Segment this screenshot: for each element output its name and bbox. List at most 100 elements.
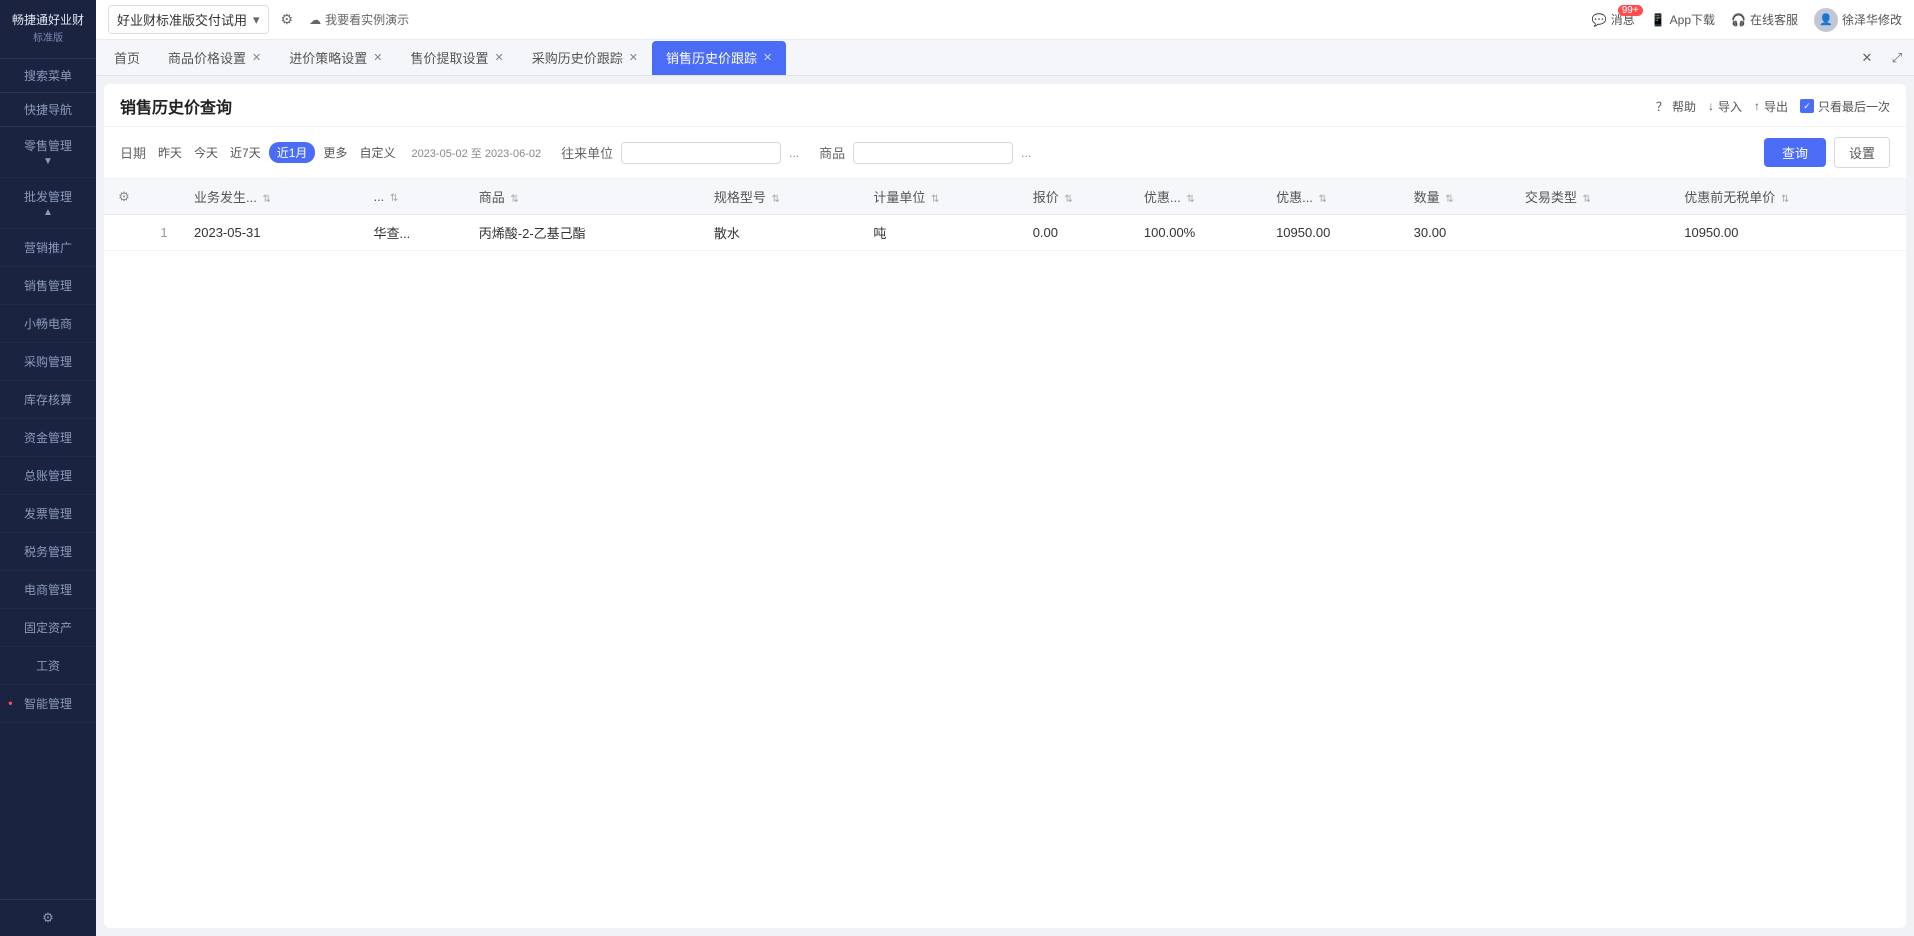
tab-sale-extract[interactable]: 售价提取设置 ✕ <box>396 41 517 75</box>
gear-icon: ⚙ <box>42 910 54 925</box>
col-seq <box>144 179 184 215</box>
tab-sale-history[interactable]: 销售历史价跟踪 ✕ <box>652 41 786 75</box>
import-button[interactable]: ↓ 导入 <box>1708 98 1742 115</box>
row-discount2: 10950.00 <box>1266 215 1404 251</box>
col-unit[interactable]: 计量单位 ⇅ <box>863 179 1022 215</box>
main-area: 好业财标准版交付试用 ▾ ⚙ ☁ 我要看实例演示 💬 消息 99+ 📱 App下… <box>96 0 1914 936</box>
date-opt-today[interactable]: 今天 <box>190 142 222 163</box>
chevron-down-icon: ▾ <box>253 12 260 28</box>
close-icon[interactable]: ✕ <box>252 51 261 64</box>
tab-expand-button[interactable]: ⤢ <box>1884 45 1910 71</box>
avatar: 👤 <box>1814 8 1838 32</box>
source-unit-filter-group: 往来单位 ... <box>561 142 799 164</box>
query-button[interactable]: 查询 <box>1764 138 1826 167</box>
close-icon[interactable]: ✕ <box>373 51 382 64</box>
tab-bar: 首页 商品价格设置 ✕ 进价策略设置 ✕ 售价提取设置 ✕ 采购历史价跟踪 ✕ … <box>96 40 1914 76</box>
tab-label: 商品价格设置 <box>168 48 246 67</box>
date-range-text: 2023-05-02 至 2023-06-02 <box>411 145 541 161</box>
date-opt-yesterday[interactable]: 昨天 <box>154 142 186 163</box>
help-button[interactable]: ？ 帮助 <box>1656 98 1696 115</box>
sidebar-item-tax[interactable]: 税务管理 <box>0 533 96 571</box>
only-last-toggle[interactable]: ✓ 只看最后一次 <box>1800 98 1890 115</box>
sidebar-quick-nav[interactable]: 快捷导航 <box>0 93 96 127</box>
product-filter-group: 商品 ... <box>819 142 1031 164</box>
filter-actions: 查询 设置 <box>1764 137 1890 168</box>
col-biz-date[interactable]: 业务发生... ⇅ <box>184 179 363 215</box>
sidebar-item-purchase[interactable]: 采购管理 <box>0 343 96 381</box>
sidebar-item-marketing[interactable]: 营销推广 <box>0 229 96 267</box>
sidebar-item-label: 销售管理 <box>24 277 72 294</box>
sidebar-item-inventory[interactable]: 库存核算 <box>0 381 96 419</box>
tab-price-setting[interactable]: 商品价格设置 ✕ <box>154 41 275 75</box>
export-button[interactable]: ↑ 导出 <box>1754 98 1788 115</box>
close-icon[interactable]: ✕ <box>629 51 638 64</box>
sidebar-item-wholesale[interactable]: 批发管理 ▲ <box>0 178 96 229</box>
source-unit-more[interactable]: ... <box>789 146 799 160</box>
col-more1[interactable]: ... ⇅ <box>363 179 468 215</box>
sidebar-item-payroll[interactable]: 工资 <box>0 647 96 685</box>
data-table: ⚙ 业务发生... ⇅ ... ⇅ 商品 ⇅ 规格型号 ⇅ 计量单位 ⇅ 报价 … <box>104 179 1906 251</box>
tab-label: 采购历史价跟踪 <box>532 48 623 67</box>
sidebar-item-ecommerce-small[interactable]: 小畅电商 <box>0 305 96 343</box>
sidebar-settings-button[interactable]: ⚙ <box>0 899 96 936</box>
sidebar-item-label: 库存核算 <box>24 391 72 408</box>
service-button[interactable]: 🎧 在线客服 <box>1731 11 1798 28</box>
close-icon[interactable]: ✕ <box>763 51 772 64</box>
sidebar-item-smart[interactable]: 智能管理 <box>0 685 96 723</box>
export-icon: ↑ <box>1754 99 1760 113</box>
topbar: 好业财标准版交付试用 ▾ ⚙ ☁ 我要看实例演示 💬 消息 99+ 📱 App下… <box>96 0 1914 40</box>
edition-label: 好业财标准版交付试用 <box>117 10 247 29</box>
row-biz-date: 2023-05-31 <box>184 215 363 251</box>
date-opt-more[interactable]: 更多 <box>319 142 351 163</box>
table-header-row: ⚙ 业务发生... ⇅ ... ⇅ 商品 ⇅ 规格型号 ⇅ 计量单位 ⇅ 报价 … <box>104 179 1906 215</box>
mobile-icon: 📱 <box>1651 13 1666 27</box>
demo-button[interactable]: ☁ 我要看实例演示 <box>309 11 409 28</box>
sidebar-item-sales[interactable]: 销售管理 <box>0 267 96 305</box>
product-more[interactable]: ... <box>1021 146 1031 160</box>
tab-home[interactable]: 首页 <box>100 41 154 75</box>
date-opt-last1m[interactable]: 近1月 <box>269 142 316 163</box>
settings-button[interactable]: 设置 <box>1834 137 1890 168</box>
row-seq: 1 <box>144 215 184 251</box>
cloud-icon: ☁ <box>309 13 321 27</box>
source-unit-label: 往来单位 <box>561 143 613 162</box>
date-opt-custom[interactable]: 自定义 <box>355 142 399 163</box>
tab-purchase-history[interactable]: 采购历史价跟踪 ✕ <box>518 41 652 75</box>
source-unit-input[interactable] <box>621 142 781 164</box>
sidebar-item-ledger[interactable]: 总账管理 <box>0 457 96 495</box>
sidebar-item-label: 批发管理 <box>24 188 72 205</box>
product-input[interactable] <box>853 142 1013 164</box>
tab-close-button[interactable]: ✕ <box>1854 45 1880 71</box>
col-spec[interactable]: 规格型号 ⇅ <box>704 179 863 215</box>
topbar-settings-button[interactable]: ⚙ <box>281 11 294 28</box>
sidebar-item-label: 固定资产 <box>24 619 72 636</box>
sidebar-logo: 畅捷通好业财 标准版 <box>0 0 96 59</box>
row-unit: 吨 <box>863 215 1022 251</box>
date-opt-last7[interactable]: 近7天 <box>226 142 265 163</box>
page-header-actions: ？ 帮助 ↓ 导入 ↑ 导出 ✓ 只看最后一次 <box>1656 98 1890 115</box>
sidebar-item-invoice[interactable]: 发票管理 <box>0 495 96 533</box>
sidebar-search[interactable]: 搜索菜单 <box>0 59 96 93</box>
import-icon: ↓ <box>1708 99 1714 113</box>
sidebar-item-assets[interactable]: 固定资产 <box>0 609 96 647</box>
col-trade-type[interactable]: 交易类型 ⇅ <box>1515 179 1674 215</box>
col-discount2[interactable]: 优惠... ⇅ <box>1266 179 1404 215</box>
col-product[interactable]: 商品 ⇅ <box>469 179 704 215</box>
tab-label: 售价提取设置 <box>410 48 488 67</box>
sidebar-item-capital[interactable]: 资金管理 <box>0 419 96 457</box>
user-menu[interactable]: 👤 徐泽华修改 <box>1814 8 1902 32</box>
sidebar-item-retail[interactable]: 零售管理 ▼ <box>0 127 96 178</box>
app-download-button[interactable]: 📱 App下载 <box>1651 11 1715 28</box>
col-qty[interactable]: 数量 ⇅ <box>1404 179 1515 215</box>
tab-purchase-strategy[interactable]: 进价策略设置 ✕ <box>275 41 396 75</box>
edition-selector[interactable]: 好业财标准版交付试用 ▾ <box>108 5 269 34</box>
close-icon[interactable]: ✕ <box>495 51 504 64</box>
col-gear[interactable]: ⚙ <box>104 179 144 215</box>
col-price[interactable]: 报价 ⇅ <box>1023 179 1134 215</box>
messages-button[interactable]: 💬 消息 99+ <box>1592 11 1635 28</box>
sidebar-item-ecommerce[interactable]: 电商管理 <box>0 571 96 609</box>
date-options: 昨天 今天 近7天 近1月 更多 自定义 <box>154 142 399 163</box>
date-filter-group: 日期 昨天 今天 近7天 近1月 更多 自定义 2023-05-02 至 202… <box>120 142 541 163</box>
col-pretax-price[interactable]: 优惠前无税单价 ⇅ <box>1674 179 1906 215</box>
col-discount1[interactable]: 优惠... ⇅ <box>1134 179 1266 215</box>
